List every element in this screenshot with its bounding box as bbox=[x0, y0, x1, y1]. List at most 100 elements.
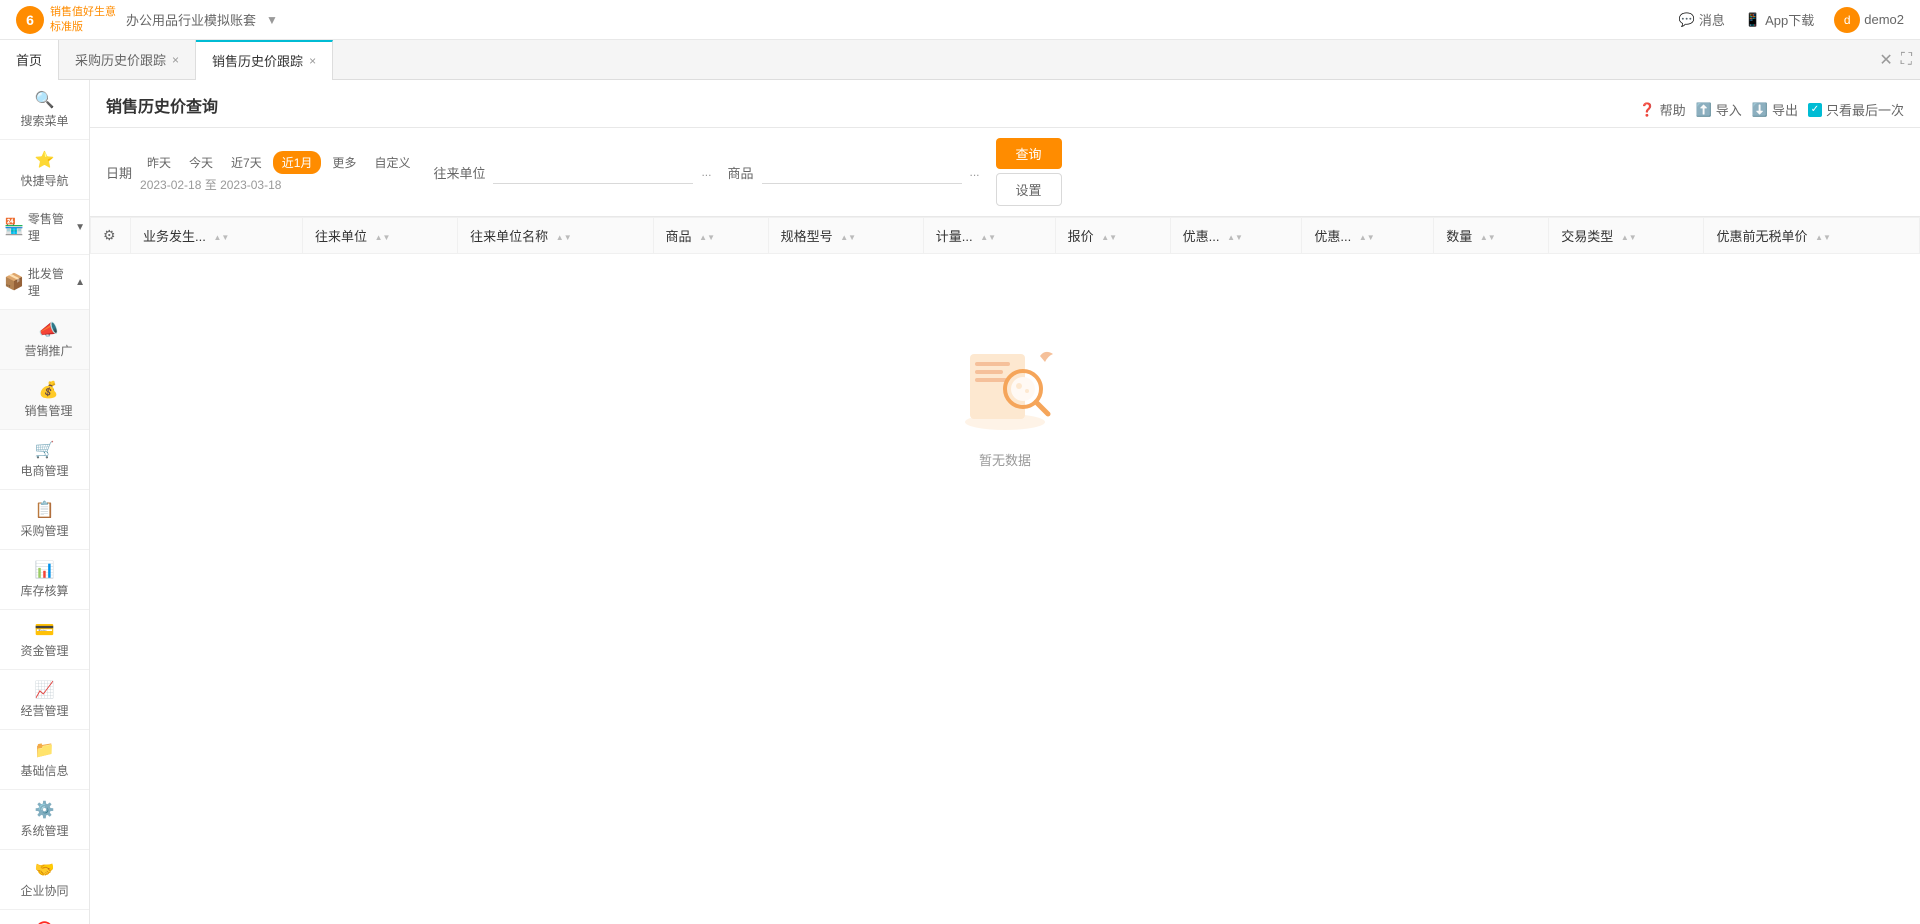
date-filter-label: 日期 bbox=[106, 163, 132, 182]
sidebar-item-quick-nav[interactable]: ⭐ 快捷导航 bbox=[0, 140, 89, 200]
query-button[interactable]: 查询 bbox=[996, 138, 1062, 169]
sort-arrows-trade-type: ▲▼ bbox=[1621, 234, 1637, 242]
message-icon: 💬 bbox=[1679, 12, 1695, 28]
sort-arrows-discount2: ▲▼ bbox=[1359, 234, 1375, 242]
th-quantity[interactable]: 数量 ▲▼ bbox=[1434, 218, 1549, 254]
sort-arrows-partner-code: ▲▼ bbox=[375, 234, 391, 242]
th-trade-type[interactable]: 交易类型 ▲▼ bbox=[1549, 218, 1704, 254]
date-1month-btn[interactable]: 近1月 bbox=[273, 151, 322, 174]
partner-filter-label: 往来单位 bbox=[433, 163, 485, 182]
th-goods[interactable]: 商品 ▲▼ bbox=[653, 218, 768, 254]
purchase-mgmt-icon: 📋 bbox=[35, 500, 55, 520]
finance-mgmt-icon: 💳 bbox=[35, 620, 55, 640]
app-download-btn[interactable]: 📱 App下载 bbox=[1745, 10, 1814, 29]
settings-button[interactable]: 设置 bbox=[996, 173, 1062, 206]
date-shortcuts-row: 昨天 今天 近7天 近1月 更多 自定义 bbox=[140, 151, 417, 174]
header: 6 销售值好生意 标准版 办公用品行业模拟账套 ▼ 💬 消息 📱 App下载 d… bbox=[0, 0, 1920, 40]
gear-icon[interactable]: ⚙ bbox=[103, 227, 116, 243]
date-filter-group: 日期 昨天 今天 近7天 近1月 更多 自定义 2023-02-18 至 202… bbox=[106, 151, 417, 193]
sidebar-item-marketing[interactable]: 📣 营销推广 bbox=[0, 310, 89, 370]
filter-area: 日期 昨天 今天 近7天 近1月 更多 自定义 2023-02-18 至 202… bbox=[90, 128, 1920, 217]
operation-mgmt-icon: 📈 bbox=[35, 680, 55, 700]
sort-arrows-quantity: ▲▼ bbox=[1480, 234, 1496, 242]
sort-arrows-discount1: ▲▼ bbox=[1227, 234, 1243, 242]
date-more-btn[interactable]: 更多 bbox=[325, 151, 363, 174]
th-pre-tax-price[interactable]: 优惠前无税单价 ▲▼ bbox=[1704, 218, 1920, 254]
tab-home[interactable]: 首页 bbox=[0, 40, 59, 80]
date-range-display: 2023-02-18 至 2023-03-18 bbox=[140, 176, 417, 193]
sidebar: 🔍 搜索菜单 ⭐ 快捷导航 🏪 零售管理 ▼ 📦 批发管理 ▲ 📣 营销推广 💰… bbox=[0, 80, 90, 924]
sort-arrows-spec: ▲▼ bbox=[840, 234, 856, 242]
date-yesterday-btn[interactable]: 昨天 bbox=[140, 151, 178, 174]
sidebar-item-basic-info[interactable]: 📁 基础信息 bbox=[0, 730, 89, 790]
tab-sales-history[interactable]: 销售历史价跟踪 × bbox=[196, 40, 333, 80]
tab-purchase-close[interactable]: × bbox=[172, 53, 179, 67]
import-btn[interactable]: ⬆️ 导入 bbox=[1696, 100, 1742, 119]
sidebar-item-system-mgmt[interactable]: ⚙️ 系统管理 bbox=[0, 790, 89, 850]
sidebar-item-search-menu[interactable]: 🔍 搜索菜单 bbox=[0, 80, 89, 140]
date-custom-btn[interactable]: 自定义 bbox=[367, 151, 417, 174]
th-settings[interactable]: ⚙ bbox=[91, 218, 131, 254]
sidebar-item-inventory-check[interactable]: 📊 库存核算 bbox=[0, 550, 89, 610]
page-title: 销售历史价查询 bbox=[106, 93, 218, 127]
th-business-date[interactable]: 业务发生... ▲▼ bbox=[131, 218, 303, 254]
tab-maximize-btn[interactable]: ⛶ bbox=[1901, 51, 1912, 69]
sidebar-item-enterprise-coop[interactable]: 🤝 企业协同 bbox=[0, 850, 89, 910]
sidebar-item-wholesale-mgmt[interactable]: 📦 批发管理 ▲ bbox=[0, 255, 89, 310]
logo-text: 销售值好生意 标准版 bbox=[50, 5, 116, 34]
goods-input[interactable] bbox=[762, 160, 962, 184]
sidebar-item-retail-mgmt[interactable]: 🏪 零售管理 ▼ bbox=[0, 200, 89, 255]
th-quoted-price[interactable]: 报价 ▲▼ bbox=[1055, 218, 1170, 254]
quick-nav-icon: ⭐ bbox=[35, 150, 55, 170]
th-partner-code[interactable]: 往来单位 ▲▼ bbox=[302, 218, 457, 254]
sidebar-item-purchase-mgmt[interactable]: 📋 采购管理 bbox=[0, 490, 89, 550]
tab-sales-close[interactable]: × bbox=[309, 54, 316, 68]
th-discount1[interactable]: 优惠... ▲▼ bbox=[1170, 218, 1302, 254]
help-btn[interactable]: ❓ 帮助 bbox=[1639, 100, 1685, 119]
tab-purchase-history[interactable]: 采购历史价跟踪 × bbox=[59, 40, 196, 80]
empty-illustration bbox=[945, 334, 1065, 434]
date-7days-btn[interactable]: 近7天 bbox=[224, 151, 269, 174]
sidebar-item-finance-mgmt[interactable]: 💳 资金管理 bbox=[0, 610, 89, 670]
system-mgmt-icon: ⚙️ bbox=[35, 800, 55, 820]
sort-arrows-partner-name: ▲▼ bbox=[556, 234, 572, 242]
only-last-checkbox[interactable]: ✓ 只看最后一次 bbox=[1808, 100, 1904, 119]
partner-more-btn[interactable]: ... bbox=[701, 165, 711, 179]
sidebar-item-newcomer-guide[interactable]: 🎯 新手引导 bbox=[0, 910, 89, 924]
th-unit[interactable]: 计量... ▲▼ bbox=[923, 218, 1055, 254]
th-partner-name[interactable]: 往来单位名称 ▲▼ bbox=[458, 218, 653, 254]
data-table: ⚙ 业务发生... ▲▼ 往来单位 ▲▼ 往来单位名称 ▲▼ bbox=[90, 217, 1920, 549]
sidebar-item-operation-mgmt[interactable]: 📈 经营管理 bbox=[0, 670, 89, 730]
sidebar-item-ecommerce-mgmt[interactable]: 🛒 电商管理 bbox=[0, 430, 89, 490]
date-shortcuts: 昨天 今天 近7天 近1月 更多 自定义 2023-02-18 至 2023-0… bbox=[140, 151, 417, 193]
newcomer-guide-icon: 🎯 bbox=[35, 920, 55, 924]
content-area: 销售历史价查询 ❓ 帮助 ⬆️ 导入 ⬇️ 导出 ✓ bbox=[90, 80, 1920, 924]
logo-icon: 6 bbox=[16, 6, 44, 34]
app-dropdown-arrow[interactable]: ▼ bbox=[266, 13, 278, 27]
page-toolbar: ❓ 帮助 ⬆️ 导入 ⬇️ 导出 ✓ 只看最后一次 bbox=[1639, 92, 1904, 127]
sidebar-item-sales-mgmt[interactable]: 💰 销售管理 bbox=[0, 370, 89, 430]
th-spec[interactable]: 规格型号 ▲▼ bbox=[768, 218, 923, 254]
goods-filter-group: 商品 ... bbox=[727, 160, 979, 184]
app-download-icon: 📱 bbox=[1745, 12, 1761, 28]
th-discount2[interactable]: 优惠... ▲▼ bbox=[1302, 218, 1434, 254]
retail-mgmt-icon: 🏪 bbox=[4, 217, 24, 237]
date-today-btn[interactable]: 今天 bbox=[182, 151, 220, 174]
goods-filter-label: 商品 bbox=[727, 163, 753, 182]
export-btn[interactable]: ⬇️ 导出 bbox=[1752, 100, 1798, 119]
main-layout: 🔍 搜索菜单 ⭐ 快捷导航 🏪 零售管理 ▼ 📦 批发管理 ▲ 📣 营销推广 💰… bbox=[0, 80, 1920, 924]
user-avatar-area[interactable]: d demo2 bbox=[1834, 7, 1904, 33]
marketing-icon: 📣 bbox=[39, 320, 59, 340]
export-icon: ⬇️ bbox=[1752, 102, 1768, 118]
wholesale-mgmt-arrow: ▲ bbox=[75, 277, 85, 288]
search-menu-icon: 🔍 bbox=[35, 90, 55, 110]
inventory-check-icon: 📊 bbox=[35, 560, 55, 580]
goods-more-btn[interactable]: ... bbox=[970, 165, 980, 179]
table-container: ⚙ 业务发生... ▲▼ 往来单位 ▲▼ 往来单位名称 ▲▼ bbox=[90, 217, 1920, 924]
partner-input[interactable] bbox=[493, 160, 693, 184]
help-icon: ❓ bbox=[1639, 102, 1655, 118]
tab-close-window-btn[interactable]: ✕ bbox=[1879, 50, 1892, 70]
message-btn[interactable]: 💬 消息 bbox=[1679, 10, 1725, 29]
sort-arrows-unit: ▲▼ bbox=[980, 234, 996, 242]
app-title: 办公用品行业模拟账套 bbox=[126, 10, 256, 29]
